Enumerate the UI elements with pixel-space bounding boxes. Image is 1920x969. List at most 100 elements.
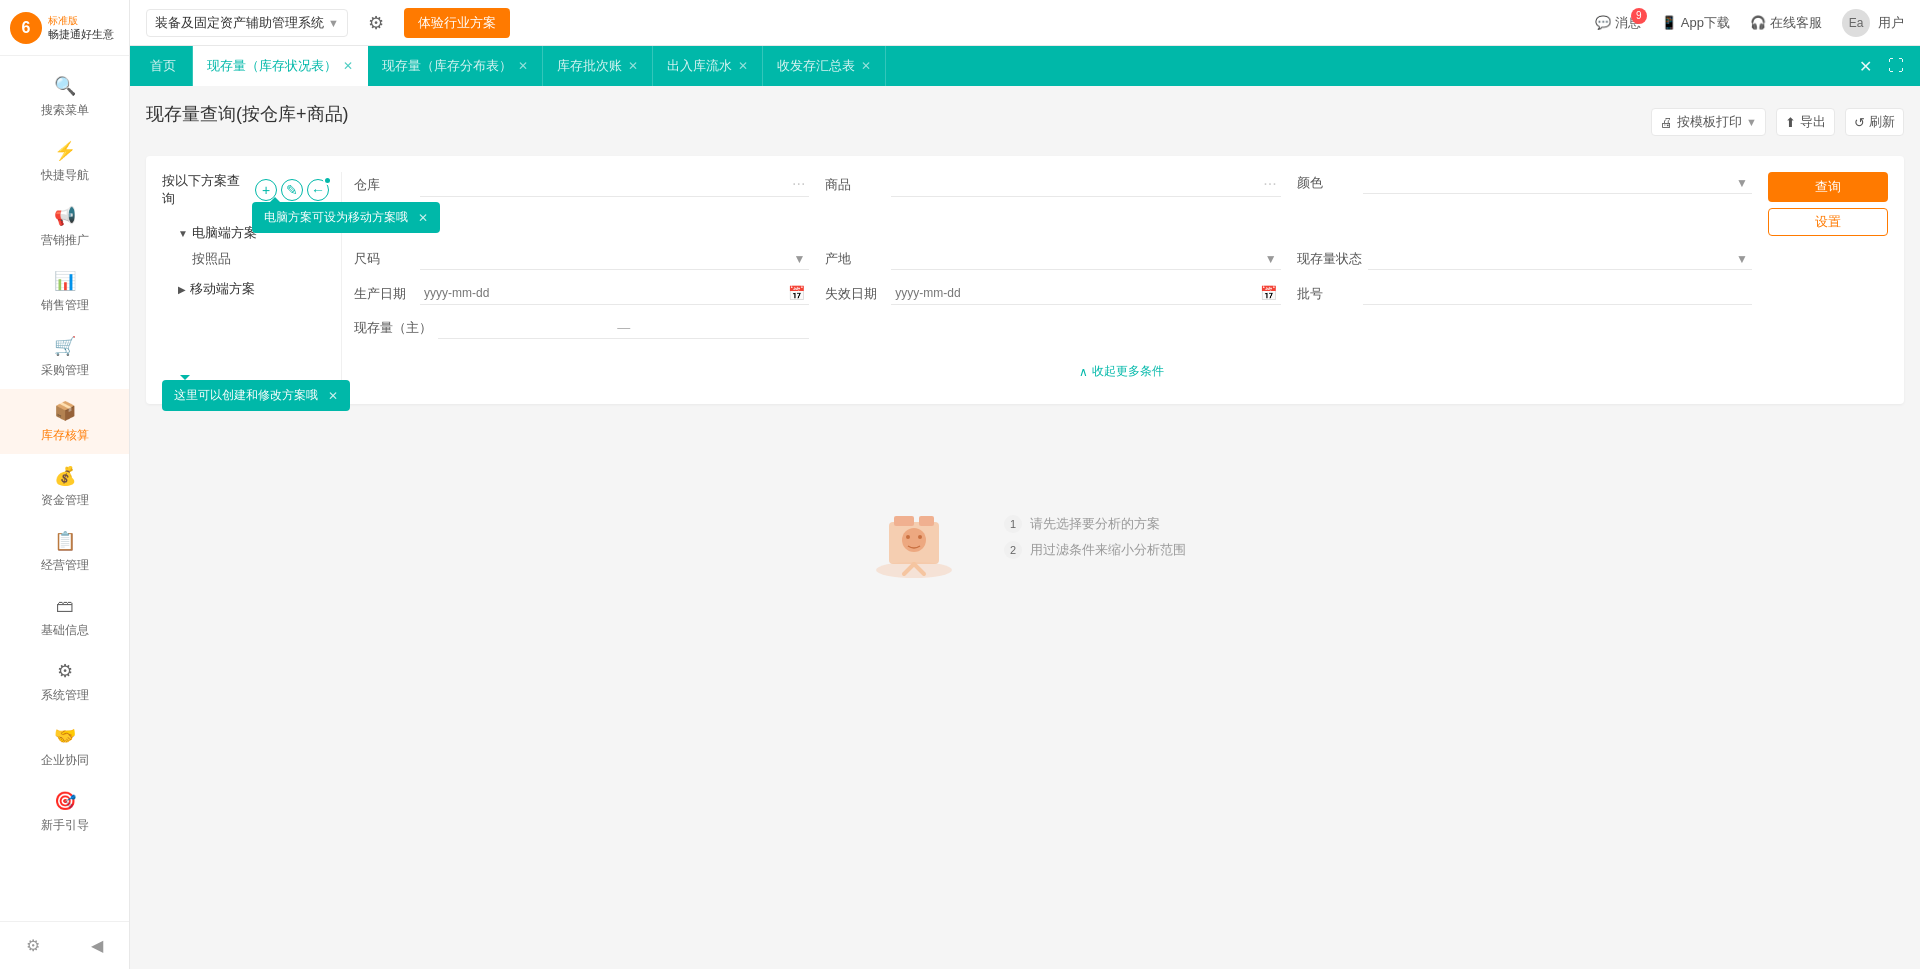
tab-inventory-dist[interactable]: 现存量（库存分布表） ✕ <box>368 46 543 86</box>
svg-point-6 <box>918 535 922 539</box>
refresh-label: 刷新 <box>1869 113 1895 131</box>
sidebar-item-sales[interactable]: 📊 销售管理 <box>0 259 129 324</box>
goods-input[interactable] <box>895 177 1259 192</box>
query-btn[interactable]: 查询 <box>1768 172 1888 202</box>
online-service-btn[interactable]: 🎧 在线客服 <box>1750 14 1822 32</box>
warehouse-label: 仓库 <box>354 176 414 194</box>
sidebar-item-enterprise[interactable]: 🤝 企业协同 <box>0 714 129 779</box>
main-area: 装备及固定资产辅助管理系统 ▼ ⚙ 体验行业方案 💬 消息 9 📱 App下载 … <box>130 0 1920 969</box>
tab-inventory-status[interactable]: 现存量（库存状况表） ✕ <box>193 46 368 86</box>
stock-main-from[interactable] <box>442 320 611 335</box>
size-select-wrap[interactable]: ▼ <box>420 248 809 270</box>
stock-status-input[interactable] <box>1372 251 1736 266</box>
tab-home-label: 首页 <box>150 57 176 75</box>
collapse-bar[interactable]: ∧ 收起更多条件 <box>354 355 1888 388</box>
search-nav-icon: 🔍 <box>53 74 77 98</box>
origin-dropdown-icon: ▼ <box>1265 252 1277 266</box>
prod-date-calendar-icon[interactable]: 📅 <box>788 285 805 301</box>
mobile-scheme-header[interactable]: ▶ 移动端方案 <box>178 276 329 302</box>
tab-fullscreen-btn[interactable]: ⛶ <box>1884 55 1908 77</box>
tab-batch-ledger-close[interactable]: ✕ <box>628 59 638 73</box>
user-area[interactable]: Ea 用户 <box>1842 9 1904 37</box>
scheme-tooltip-close[interactable]: ✕ <box>418 211 428 225</box>
scheme-tooltip: 电脑方案可设为移动方案哦 ✕ <box>252 202 440 233</box>
tab-collection-summary[interactable]: 收发存汇总表 ✕ <box>763 46 886 86</box>
warehouse-more-icon[interactable]: ··· <box>792 175 805 193</box>
empty-tips: 1 请先选择要分析的方案 2 用过滤条件来缩小分析范围 <box>1004 515 1186 559</box>
edit-scheme-btn[interactable]: ✎ <box>281 179 303 201</box>
settings-bottom-btn[interactable]: ⚙ <box>22 932 44 959</box>
sidebar-item-system[interactable]: ⚙ 系统管理 <box>0 649 129 714</box>
settings-icon-btn[interactable]: ⚙ <box>364 8 388 38</box>
warehouse-input-wrap[interactable]: ··· <box>420 172 809 197</box>
export-btn[interactable]: ⬆ 导出 <box>1776 108 1835 136</box>
industry-btn[interactable]: 体验行业方案 <box>404 8 510 38</box>
color-input[interactable] <box>1367 175 1736 190</box>
stock-main-wrap: — <box>438 317 809 339</box>
tab-home[interactable]: 首页 <box>134 46 193 86</box>
refresh-btn[interactable]: ↺ 刷新 <box>1845 108 1904 136</box>
expire-date-calendar-icon[interactable]: 📅 <box>1260 285 1277 301</box>
query-actions: 查询 设置 <box>1768 172 1888 236</box>
pc-scheme-children: 按照品 <box>178 246 329 272</box>
stock-main-label: 现存量（主） <box>354 319 432 337</box>
tab-inout-flow[interactable]: 出入库流水 ✕ <box>653 46 763 86</box>
sidebar-item-operation[interactable]: 📋 经营管理 <box>0 519 129 584</box>
tab-batch-ledger[interactable]: 库存批次账 ✕ <box>543 46 653 86</box>
pc-scheme-label: 电脑端方案 <box>192 224 257 242</box>
origin-input[interactable] <box>895 251 1264 266</box>
message-btn[interactable]: 💬 消息 9 <box>1595 14 1641 32</box>
sidebar-item-search[interactable]: 🔍 搜索菜单 <box>0 64 129 129</box>
create-tooltip-close[interactable]: ✕ <box>328 389 338 403</box>
quick-nav-icon: ⚡ <box>53 139 77 163</box>
goods-label: 商品 <box>825 176 885 194</box>
collapse-sidebar-btn[interactable]: ◀ <box>87 932 107 959</box>
sidebar: 6 标准版 畅捷通好生意 🔍 搜索菜单 ⚡ 快捷导航 📢 营销推广 📊 销售管理… <box>0 0 130 969</box>
sidebar-item-basic[interactable]: 🗃 基础信息 <box>0 584 129 649</box>
mobile-scheme-group: ▶ 移动端方案 <box>178 276 329 302</box>
guide-nav-icon: 🎯 <box>53 789 77 813</box>
size-label: 尺码 <box>354 250 414 268</box>
tab-close-all-btn[interactable]: ✕ <box>1855 55 1876 78</box>
enterprise-nav-icon: 🤝 <box>53 724 77 748</box>
prod-date-wrap: 📅 <box>420 282 809 305</box>
expire-date-start[interactable] <box>895 286 1255 300</box>
batch-no-field: 批号 <box>1297 283 1752 305</box>
tab-inventory-dist-close[interactable]: ✕ <box>518 59 528 73</box>
set-btn[interactable]: 设置 <box>1768 208 1888 236</box>
connector-dot <box>323 176 332 185</box>
prod-date-start[interactable] <box>424 286 784 300</box>
size-field: 尺码 ▼ <box>354 248 809 270</box>
empty-illustration <box>864 492 964 582</box>
sidebar-item-quick[interactable]: ⚡ 快捷导航 <box>0 129 129 194</box>
warehouse-input[interactable] <box>424 177 788 192</box>
goods-more-icon[interactable]: ··· <box>1263 175 1276 193</box>
message-badge: 9 <box>1631 8 1647 24</box>
stock-status-select-wrap[interactable]: ▼ <box>1368 248 1752 270</box>
color-select-wrap[interactable]: ▼ <box>1363 172 1752 194</box>
app-download-btn[interactable]: 📱 App下载 <box>1661 14 1730 32</box>
size-input[interactable] <box>424 251 793 266</box>
sidebar-item-purchase[interactable]: 🛒 采购管理 <box>0 324 129 389</box>
sidebar-item-guide[interactable]: 🎯 新手引导 <box>0 779 129 844</box>
sidebar-item-marketing[interactable]: 📢 营销推广 <box>0 194 129 259</box>
batch-no-input[interactable] <box>1367 286 1748 301</box>
export-label: 导出 <box>1800 113 1826 131</box>
marketing-nav-icon: 📢 <box>53 204 77 228</box>
tab-inout-flow-close[interactable]: ✕ <box>738 59 748 73</box>
tab-inventory-status-close[interactable]: ✕ <box>343 59 353 73</box>
prod-date-label: 生产日期 <box>354 285 414 303</box>
tab-collection-summary-close[interactable]: ✕ <box>861 59 871 73</box>
print-btn[interactable]: 🖨 按模板打印 ▼ <box>1651 108 1766 136</box>
sidebar-item-inventory[interactable]: 📦 库存核算 <box>0 389 129 454</box>
sidebar-item-sales-label: 销售管理 <box>41 297 89 314</box>
scheme-item-goods[interactable]: 按照品 <box>192 246 329 272</box>
export-icon: ⬆ <box>1785 115 1796 130</box>
stock-main-to[interactable] <box>636 320 805 335</box>
system-selector[interactable]: 装备及固定资产辅助管理系统 ▼ <box>146 9 348 37</box>
sidebar-item-finance[interactable]: 💰 资金管理 <box>0 454 129 519</box>
create-tooltip-wrapper: 这里可以创建和修改方案哦 ✕ <box>162 375 190 380</box>
goods-input-wrap[interactable]: ··· <box>891 172 1280 197</box>
origin-select-wrap[interactable]: ▼ <box>891 248 1280 270</box>
print-icon: 🖨 <box>1660 115 1673 130</box>
